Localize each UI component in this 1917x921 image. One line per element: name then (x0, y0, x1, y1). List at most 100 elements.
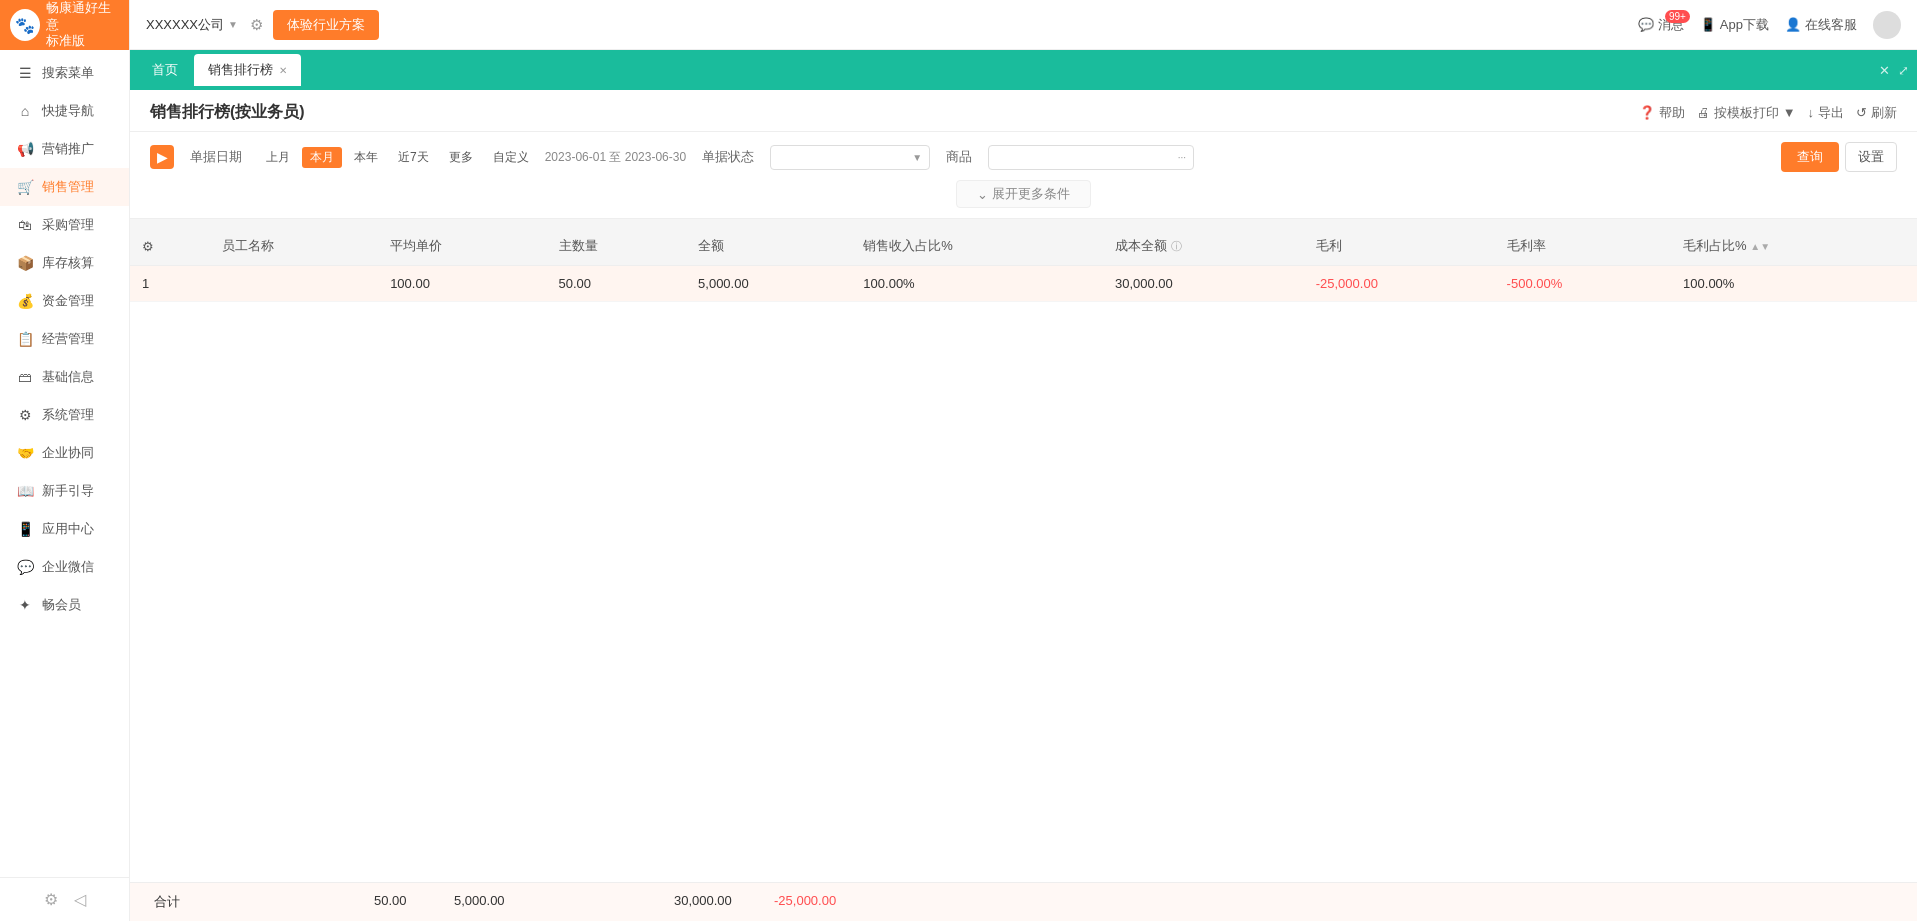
refresh-btn[interactable]: ↺ 刷新 (1856, 104, 1897, 122)
cell-cost: 30,000.00 (1103, 266, 1304, 302)
sidebar-item-finance[interactable]: 💰 资金管理 (0, 282, 129, 320)
col-profit-pct: 毛利占比% ▲▼ (1671, 227, 1917, 266)
sidebar-settings-icon[interactable]: ⚙ (40, 886, 62, 913)
logo-icon: 🐾 (10, 9, 40, 41)
sidebar-item-basic[interactable]: 🗃 基础信息 (0, 358, 129, 396)
date-btn-this-month[interactable]: 本月 (302, 147, 342, 168)
col-amount: 全额 (686, 227, 851, 266)
template-print-label: 按模板打印 (1714, 104, 1779, 122)
user-avatar[interactable] (1873, 11, 1901, 39)
tab-close-all-icon[interactable]: ✕ (1879, 63, 1890, 78)
sidebar-item-guide[interactable]: 📖 新手引导 (0, 472, 129, 510)
sidebar-label-collab: 企业协同 (42, 444, 94, 462)
tab-sales-rank[interactable]: 销售排行榜 ✕ (194, 54, 301, 86)
page: 销售排行榜(按业务员) ❓ 帮助 🖨 按模板打印 ▼ ↓ 导出 ↺ 刷新 (130, 90, 1917, 921)
col-profit-rate: 毛利率 (1495, 227, 1671, 266)
sidebar-label-member: 畅会员 (42, 596, 81, 614)
refresh-label: 刷新 (1871, 104, 1897, 122)
tab-sales-rank-label: 销售排行榜 (208, 61, 273, 79)
sidebar-logo: 🐾 畅康通好生意 标准版 (0, 0, 129, 50)
tab-close-icon[interactable]: ✕ (279, 65, 287, 76)
sidebar-item-sales[interactable]: 🛒 销售管理 (0, 168, 129, 206)
print-arrow-icon: ▼ (1783, 105, 1796, 120)
filter-expand-icon-btn[interactable]: ▶ (150, 145, 174, 169)
date-range-text: 2023-06-01 至 2023-06-30 (545, 149, 686, 166)
setting-btn[interactable]: 设置 (1845, 142, 1897, 172)
table-footer: 合计 50.00 5,000.00 30,000.00 -25,000.00 (130, 882, 1917, 921)
date-btn-more[interactable]: 更多 (441, 147, 481, 168)
sidebar-item-operation[interactable]: 📋 经营管理 (0, 320, 129, 358)
query-btn[interactable]: 查询 (1781, 142, 1839, 172)
col-avg-price: 平均单价 (378, 227, 546, 266)
status-filter-label: 单据状态 (702, 148, 754, 166)
sidebar-item-purchase[interactable]: 🛍 采购管理 (0, 206, 129, 244)
col-qty: 主数量 (547, 227, 687, 266)
sidebar-icon-quick: ⌂ (16, 103, 34, 119)
footer-profit: -25,000.00 (762, 893, 862, 911)
sidebar-icon-collab: 🤝 (16, 445, 34, 461)
filter-bar: ▶ 单据日期 上月 本月 本年 近7天 更多 自定义 2023-06-01 至 … (130, 132, 1917, 219)
logo-text: 畅康通好生意 标准版 (46, 0, 119, 50)
sidebar-item-appstore[interactable]: 📱 应用中心 (0, 510, 129, 548)
table-header: ⚙ 员工名称 平均单价 主数量 全额 销售收入占比% 成本全额 ⓘ 毛利 毛利率… (130, 227, 1917, 266)
sidebar-icon-guide: 📖 (16, 483, 34, 499)
goods-input[interactable] (988, 145, 1194, 170)
date-btn-7days[interactable]: 近7天 (390, 147, 437, 168)
company-selector[interactable]: XXXXXX公司 ▼ (146, 16, 238, 34)
topbar-right: 💬 消息 99+ 📱 App下载 👤 在线客服 (1638, 11, 1901, 39)
company-dropdown-icon: ▼ (228, 19, 238, 30)
sidebar-label-finance: 资金管理 (42, 292, 94, 310)
sidebar-collapse-icon[interactable]: ◁ (70, 886, 90, 913)
col-name: 员工名称 (210, 227, 378, 266)
sidebar-item-inventory[interactable]: 📦 库存核算 (0, 244, 129, 282)
app-download-btn[interactable]: 📱 App下载 (1700, 16, 1769, 34)
sidebar-item-quick[interactable]: ⌂ 快捷导航 (0, 92, 129, 130)
service-btn[interactable]: 👤 在线客服 (1785, 16, 1857, 34)
date-btn-last-month[interactable]: 上月 (258, 147, 298, 168)
sidebar-item-system[interactable]: ⚙ 系统管理 (0, 396, 129, 434)
message-btn[interactable]: 💬 消息 99+ (1638, 16, 1684, 34)
sidebar-item-search[interactable]: ☰ 搜索菜单 (0, 54, 129, 92)
export-btn[interactable]: ↓ 导出 (1808, 104, 1845, 122)
table-header-row: ⚙ 员工名称 平均单价 主数量 全额 销售收入占比% 成本全额 ⓘ 毛利 毛利率… (130, 227, 1917, 266)
topbar: XXXXXX公司 ▼ ⚙ 体验行业方案 💬 消息 99+ 📱 App下载 👤 在… (130, 0, 1917, 50)
service-icon: 👤 (1785, 17, 1801, 32)
sidebar-item-marketing[interactable]: 📢 营销推广 (0, 130, 129, 168)
date-filter-label: 单据日期 (190, 148, 242, 166)
sidebar-icon-appstore: 📱 (16, 521, 34, 537)
exp-btn[interactable]: 体验行业方案 (273, 10, 379, 40)
sidebar-item-collab[interactable]: 🤝 企业协同 (0, 434, 129, 472)
sidebar-item-wechat[interactable]: 💬 企业微信 (0, 548, 129, 586)
help-btn[interactable]: ❓ 帮助 (1639, 104, 1685, 122)
sidebar-label-purchase: 采购管理 (42, 216, 94, 234)
filter-row: ▶ 单据日期 上月 本月 本年 近7天 更多 自定义 2023-06-01 至 … (150, 142, 1897, 172)
cell-profit-rate: -500.00% (1495, 266, 1671, 302)
col-sales-pct: 销售收入占比% (851, 227, 1103, 266)
refresh-icon: ↺ (1856, 105, 1867, 120)
status-select-wrap: ▼ (770, 145, 930, 170)
help-label: 帮助 (1659, 104, 1685, 122)
sidebar-icon-system: ⚙ (16, 407, 34, 423)
expand-more-icon: ⌄ (977, 187, 988, 202)
cell-avg-price: 100.00 (378, 266, 546, 302)
sidebar-item-member[interactable]: ✦ 畅会员 (0, 586, 129, 624)
sidebar-icon-member: ✦ (16, 597, 34, 613)
gear-icon: ⚙ (142, 239, 154, 254)
tab-home[interactable]: 首页 (138, 54, 192, 86)
template-print-btn[interactable]: 🖨 按模板打印 ▼ (1697, 104, 1796, 122)
sidebar: 🐾 畅康通好生意 标准版 ☰ 搜索菜单 ⌂ 快捷导航 📢 营销推广 🛒 销售管理… (0, 0, 130, 921)
cell-rank: 1 (130, 266, 210, 302)
table-wrap: ⚙ 员工名称 平均单价 主数量 全额 销售收入占比% 成本全额 ⓘ 毛利 毛利率… (130, 227, 1917, 882)
date-btn-custom[interactable]: 自定义 (485, 147, 537, 168)
status-select[interactable] (770, 145, 930, 170)
sidebar-label-wechat: 企业微信 (42, 558, 94, 576)
topbar-gear-icon[interactable]: ⚙ (250, 16, 263, 34)
col-profit: 毛利 (1304, 227, 1495, 266)
tab-restore-icon[interactable]: ⤢ (1898, 63, 1909, 78)
expand-more-btn[interactable]: ⌄ 展开更多条件 (956, 180, 1091, 208)
footer-cost: 30,000.00 (662, 893, 762, 911)
sidebar-icon-marketing: 📢 (16, 141, 34, 157)
cell-sales-pct: 100.00% (851, 266, 1103, 302)
table-row: 1 100.00 50.00 5,000.00 100.00% 30,000.0… (130, 266, 1917, 302)
date-btn-this-year[interactable]: 本年 (346, 147, 386, 168)
